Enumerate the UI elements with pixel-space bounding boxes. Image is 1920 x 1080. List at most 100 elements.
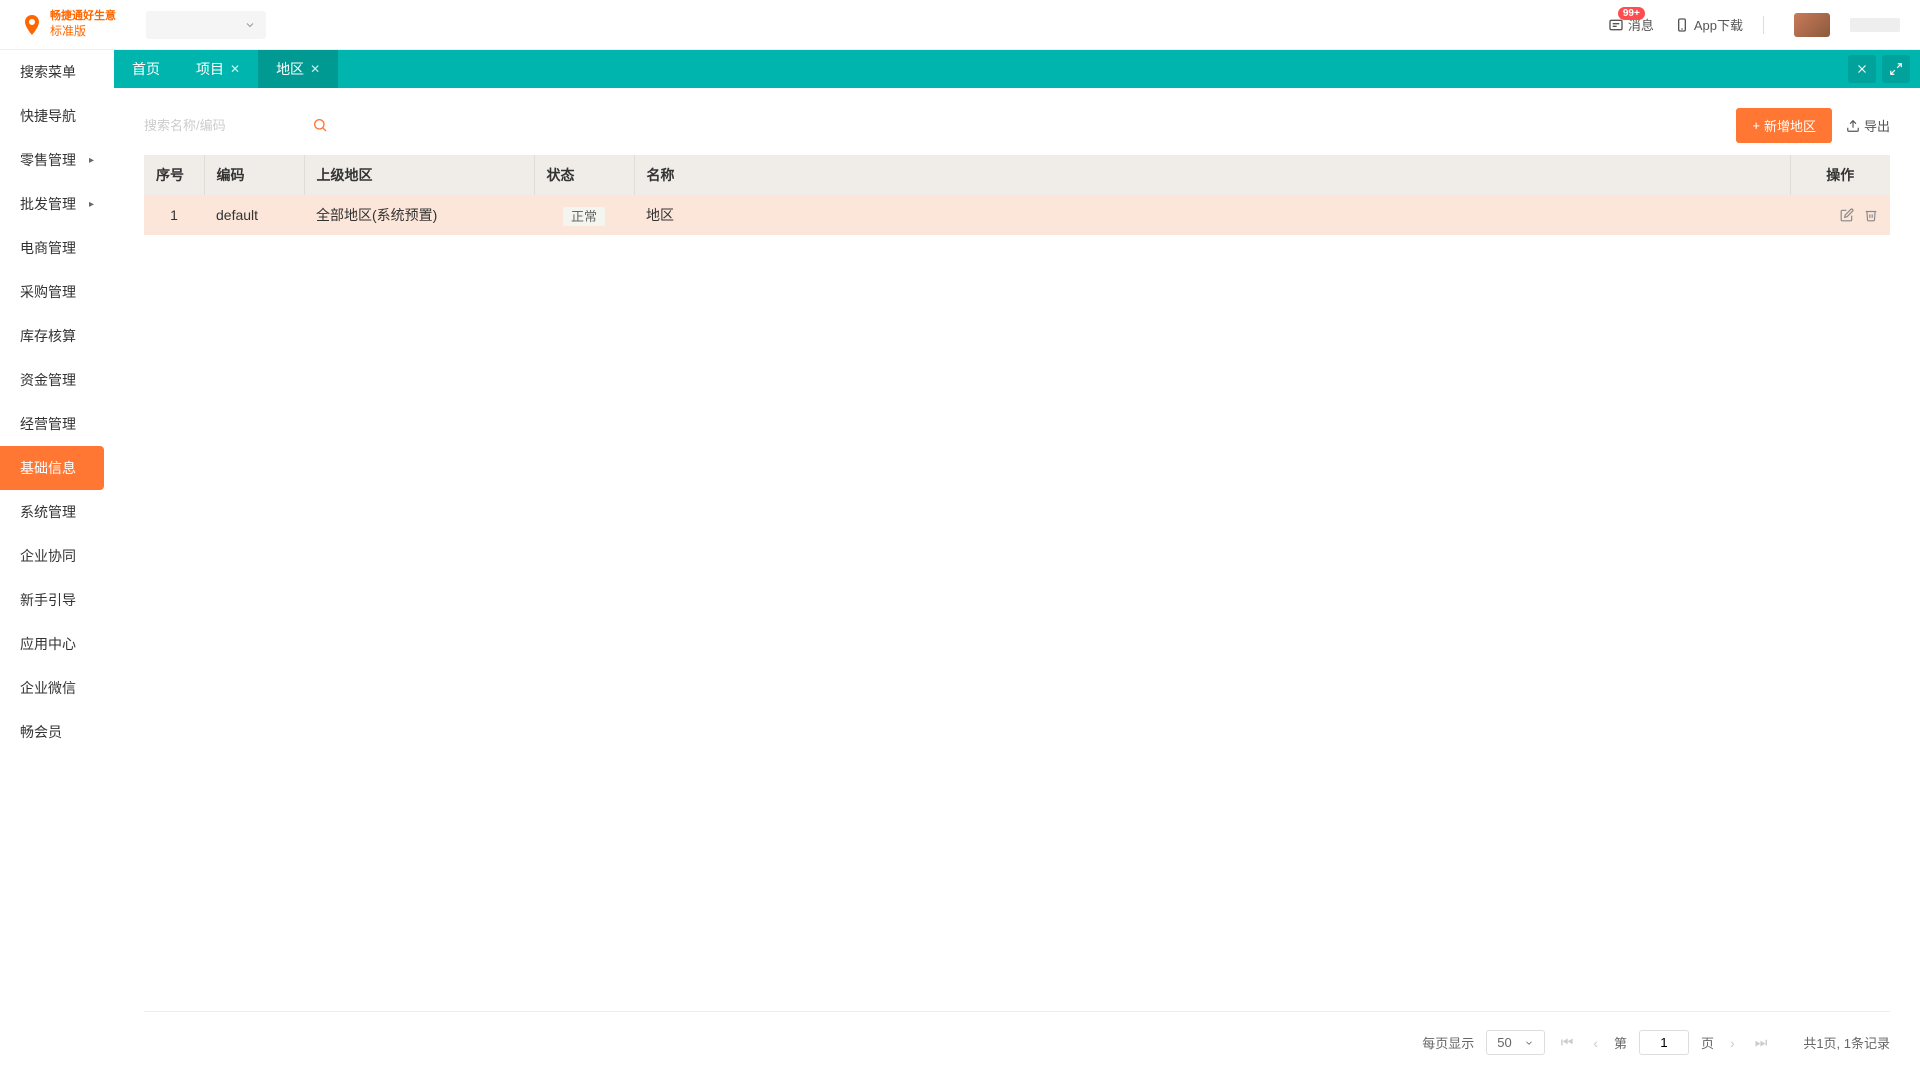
sidebar-item-ecommerce[interactable]: 电商管理 bbox=[0, 226, 114, 270]
sidebar-item-label: 库存核算 bbox=[20, 326, 76, 346]
export-label: 导出 bbox=[1864, 116, 1890, 135]
avatar[interactable] bbox=[1794, 13, 1830, 37]
plus-icon: + bbox=[1752, 118, 1760, 133]
logo-edition: 标准版 bbox=[50, 22, 116, 39]
toolbar: + 新增地区 导出 bbox=[144, 108, 1890, 143]
col-op: 操作 bbox=[1790, 155, 1890, 195]
app-download-button[interactable]: App下载 bbox=[1674, 15, 1743, 34]
cell-seq: 1 bbox=[144, 195, 204, 235]
export-icon bbox=[1846, 119, 1860, 133]
per-page-label: 每页显示 bbox=[1422, 1033, 1474, 1052]
tab-bar-actions bbox=[1848, 50, 1920, 88]
table-header-row: 序号 编码 上级地区 状态 名称 操作 bbox=[144, 155, 1890, 195]
close-all-button[interactable] bbox=[1848, 55, 1876, 83]
messages-button[interactable]: 99+ 消息 bbox=[1608, 15, 1654, 34]
tab-label: 地区 bbox=[276, 59, 304, 79]
user-name-placeholder[interactable] bbox=[1850, 18, 1900, 32]
logo-brand: 畅捷通好生意 bbox=[50, 10, 116, 22]
sidebar-item-label: 畅会员 bbox=[20, 722, 62, 742]
per-page-select[interactable]: 50 bbox=[1486, 1030, 1544, 1055]
tab-label: 首页 bbox=[132, 59, 160, 79]
region-table: 序号 编码 上级地区 状态 名称 操作 1 default 全部地区(系统预置)… bbox=[144, 155, 1890, 235]
sidebar-item-appcenter[interactable]: 应用中心 bbox=[0, 622, 114, 666]
per-page-value: 50 bbox=[1497, 1035, 1511, 1050]
next-page-button[interactable]: › bbox=[1726, 1035, 1739, 1051]
status-badge: 正常 bbox=[563, 207, 605, 226]
sidebar-item-label: 基础信息 bbox=[20, 458, 76, 478]
logo-icon bbox=[20, 13, 44, 37]
add-region-button[interactable]: + 新增地区 bbox=[1736, 108, 1832, 143]
sidebar-item-label: 新手引导 bbox=[20, 590, 76, 610]
sidebar-item-member[interactable]: 畅会员 bbox=[0, 710, 114, 754]
org-selector[interactable] bbox=[146, 11, 266, 39]
header: 畅捷通好生意 标准版 99+ 消息 App下载 bbox=[0, 0, 1920, 50]
sidebar-item-collab[interactable]: 企业协同 bbox=[0, 534, 114, 578]
sidebar-item-wecom[interactable]: 企业微信 bbox=[0, 666, 114, 710]
sidebar-item-label: 系统管理 bbox=[20, 502, 76, 522]
delete-icon[interactable] bbox=[1864, 208, 1878, 222]
tab-region[interactable]: 地区 ✕ bbox=[258, 50, 338, 88]
sidebar-item-label: 应用中心 bbox=[20, 634, 76, 654]
sidebar-item-wholesale[interactable]: 批发管理▸ bbox=[0, 182, 114, 226]
sidebar-item-label: 快捷导航 bbox=[20, 106, 76, 126]
search-icon[interactable] bbox=[312, 117, 328, 133]
cell-name: 地区 bbox=[634, 195, 1790, 235]
cell-code: default bbox=[204, 195, 304, 235]
page-suffix: 页 bbox=[1701, 1033, 1714, 1052]
chevron-down-icon bbox=[1524, 1038, 1534, 1048]
cell-status: 正常 bbox=[534, 195, 634, 235]
search-input[interactable] bbox=[144, 118, 304, 133]
header-right: 99+ 消息 App下载 bbox=[1608, 13, 1900, 37]
edit-icon[interactable] bbox=[1840, 208, 1854, 222]
sidebar-item-search[interactable]: 搜索菜单 bbox=[0, 50, 114, 94]
sidebar-item-label: 搜索菜单 bbox=[20, 62, 76, 82]
caret-icon: ▸ bbox=[89, 199, 94, 210]
sidebar-item-label: 经营管理 bbox=[20, 414, 76, 434]
tab-home[interactable]: 首页 bbox=[114, 50, 178, 88]
sidebar-item-label: 电商管理 bbox=[20, 238, 76, 258]
sidebar-item-system[interactable]: 系统管理 bbox=[0, 490, 114, 534]
sidebar: 搜索菜单 快捷导航 零售管理▸ 批发管理▸ 电商管理 采购管理 库存核算 资金管… bbox=[0, 50, 114, 1080]
last-page-button[interactable]: ⏭ bbox=[1751, 1034, 1772, 1051]
toolbar-right: + 新增地区 导出 bbox=[1736, 108, 1890, 143]
messages-badge: 99+ bbox=[1618, 7, 1645, 20]
caret-icon: ▸ bbox=[89, 155, 94, 166]
app-download-label: App下载 bbox=[1694, 15, 1743, 34]
prev-page-button[interactable]: ‹ bbox=[1589, 1035, 1602, 1051]
sidebar-item-purchase[interactable]: 采购管理 bbox=[0, 270, 114, 314]
sidebar-item-retail[interactable]: 零售管理▸ bbox=[0, 138, 114, 182]
sidebar-item-label: 企业协同 bbox=[20, 546, 76, 566]
col-parent: 上级地区 bbox=[304, 155, 534, 195]
main-content: + 新增地区 导出 序号 编码 上级地区 状态 名称 操作 1 default bbox=[114, 88, 1920, 1080]
close-icon[interactable]: ✕ bbox=[310, 62, 320, 76]
tab-project[interactable]: 项目✕ bbox=[178, 50, 258, 88]
sidebar-item-quicknav[interactable]: 快捷导航 bbox=[0, 94, 114, 138]
sidebar-item-label: 企业微信 bbox=[20, 678, 76, 698]
sidebar-item-finance[interactable]: 资金管理 bbox=[0, 358, 114, 402]
first-page-button[interactable]: ⏮ bbox=[1557, 1034, 1578, 1051]
tab-bar: 首页 项目✕ 地区 ✕ bbox=[114, 50, 1920, 88]
sidebar-item-manage[interactable]: 经营管理 bbox=[0, 402, 114, 446]
close-icon[interactable]: ✕ bbox=[230, 62, 240, 76]
table-row[interactable]: 1 default 全部地区(系统预置) 正常 地区 bbox=[144, 195, 1890, 235]
page-prefix: 第 bbox=[1614, 1033, 1627, 1052]
sidebar-item-inventory[interactable]: 库存核算 bbox=[0, 314, 114, 358]
col-code: 编码 bbox=[204, 155, 304, 195]
page-summary: 共1页, 1条记录 bbox=[1803, 1033, 1890, 1052]
expand-icon bbox=[1889, 62, 1903, 76]
pagination: 每页显示 50 ⏮ ‹ 第 页 › ⏭ 共1页, 1条记录 bbox=[144, 1011, 1890, 1080]
fullscreen-button[interactable] bbox=[1882, 55, 1910, 83]
sidebar-item-guide[interactable]: 新手引导 bbox=[0, 578, 114, 622]
export-button[interactable]: 导出 bbox=[1846, 116, 1890, 135]
chevron-down-icon bbox=[244, 19, 256, 31]
sidebar-item-basicinfo[interactable]: 基础信息 bbox=[0, 446, 104, 490]
search-box bbox=[144, 113, 364, 138]
page-input[interactable] bbox=[1639, 1030, 1689, 1055]
sidebar-item-label: 资金管理 bbox=[20, 370, 76, 390]
close-icon bbox=[1855, 62, 1869, 76]
cell-op bbox=[1790, 195, 1890, 235]
add-label: 新增地区 bbox=[1764, 116, 1816, 135]
col-status: 状态 bbox=[534, 155, 634, 195]
divider bbox=[1763, 16, 1764, 34]
logo: 畅捷通好生意 标准版 bbox=[20, 10, 116, 39]
